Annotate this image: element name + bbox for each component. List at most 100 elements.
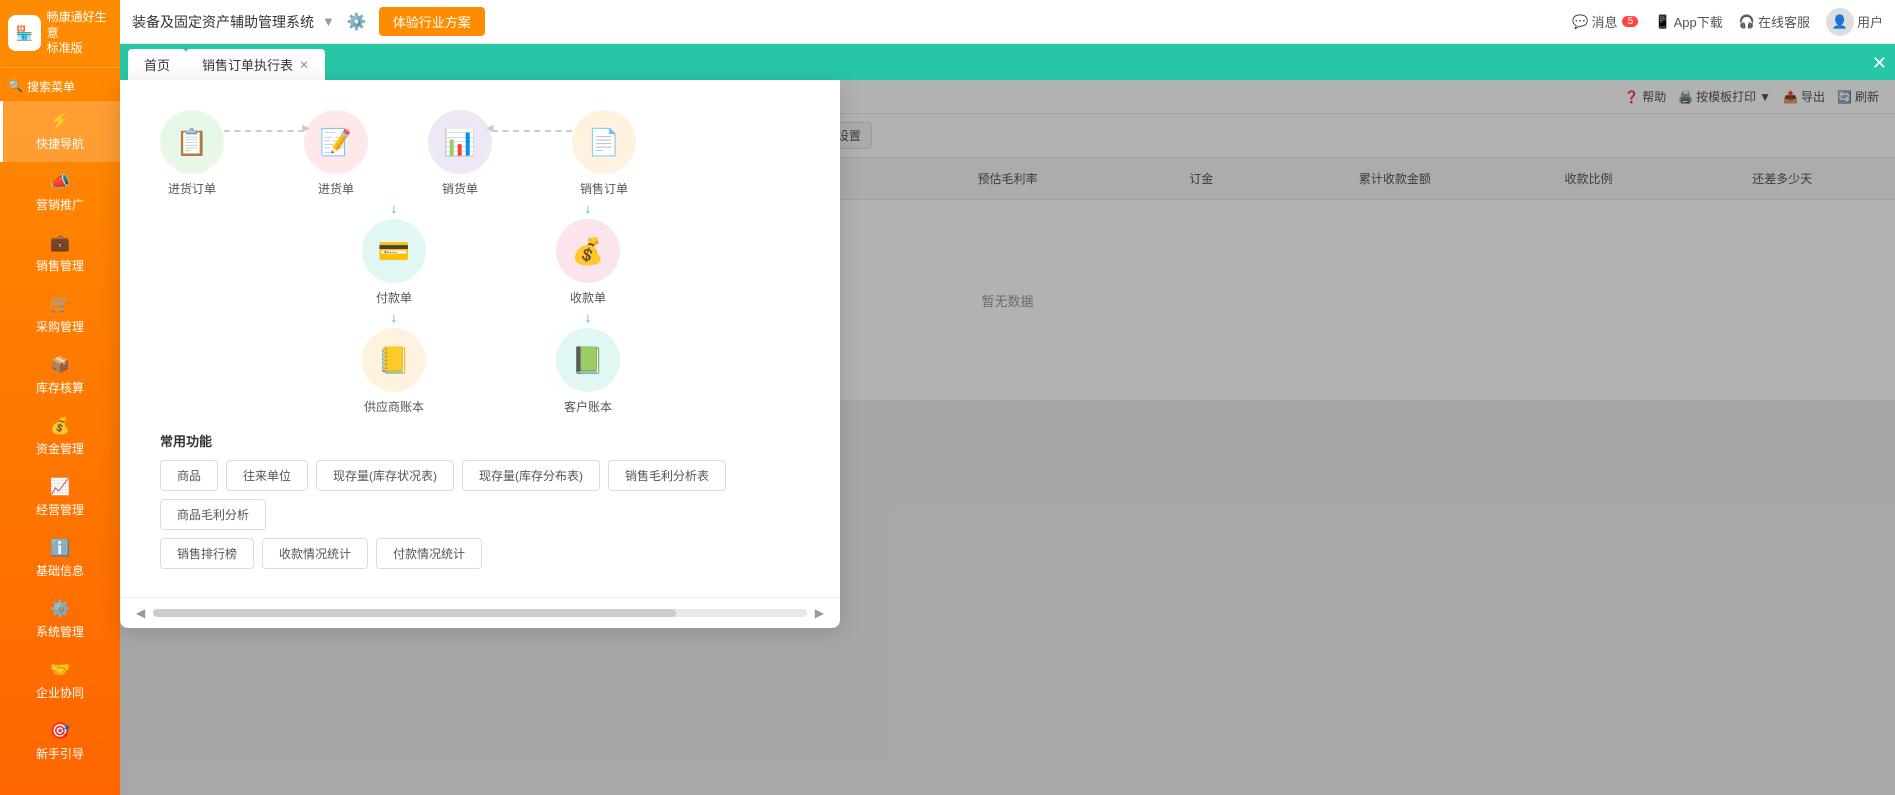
system-name: 装备及固定资产辅助管理系统: [132, 12, 314, 32]
func-btn-sales-rank[interactable]: 销售排行榜: [160, 538, 254, 569]
sidebar-item-cooperation[interactable]: 🤝 企业协同: [0, 650, 120, 711]
trial-button[interactable]: 体验行业方案: [379, 7, 485, 36]
sidebar-item-quick-nav[interactable]: ⚡ 快捷导航: [0, 101, 120, 162]
arrow-sales-order-to-bill: [492, 110, 572, 132]
logo-icon: 🏪: [8, 15, 41, 51]
sales-order-tab-label: 销售订单执行表: [202, 55, 293, 74]
sales-order-icon: 📄: [572, 110, 636, 174]
customer-ledger-node[interactable]: 📗 客户账本: [556, 328, 620, 415]
purchase-order-node[interactable]: 📋 进货订单: [160, 110, 224, 197]
sales-bill-label: 销货单: [442, 180, 478, 197]
sales-order-node[interactable]: 📄 销售订单: [572, 110, 636, 197]
func-btn-partners[interactable]: 往来单位: [226, 460, 308, 491]
sales-bill-node[interactable]: 📊 销货单: [428, 110, 492, 197]
func-btn-payment-stats[interactable]: 付款情况统计: [376, 538, 482, 569]
common-functions-row2: 销售排行榜 收款情况统计 付款情况统计: [160, 538, 800, 569]
func-btn-stock-status[interactable]: 现存量(库存状况表): [316, 460, 454, 491]
sidebar-item-purchase[interactable]: 🛒 采购管理: [0, 284, 120, 345]
purchase-bill-label: 进货单: [318, 180, 354, 197]
payment-out-label: 付款单: [376, 289, 412, 306]
search-icon: 🔍: [8, 79, 23, 93]
customer-ledger-icon: 📗: [556, 328, 620, 392]
customer-ledger-label: 客户账本: [564, 398, 612, 415]
payment-in-label: 收款单: [570, 289, 606, 306]
inventory-icon: 📦: [50, 355, 70, 375]
tab-home[interactable]: 首页: [128, 49, 186, 80]
service-icon: 🎧: [1739, 14, 1755, 30]
func-btn-products[interactable]: 商品: [160, 460, 218, 491]
supplier-ledger-icon: 📒: [362, 328, 426, 392]
message-badge: 5: [1622, 16, 1638, 27]
cooperation-icon: 🤝: [50, 660, 70, 680]
user-avatar: 👤: [1826, 8, 1854, 36]
message-icon: 💬: [1572, 14, 1588, 30]
arrow-down-customer-ledger: ↓: [585, 310, 592, 324]
sidebar-item-marketing[interactable]: 📣 营销推广: [0, 162, 120, 223]
tab-close-icon[interactable]: ✕: [299, 58, 309, 72]
sales-order-label: 销售订单: [580, 180, 628, 197]
sidebar-item-inventory[interactable]: 📦 库存核算: [0, 345, 120, 406]
tabbar-close-button[interactable]: ✕: [1872, 53, 1887, 80]
quick-nav-icon: ⚡: [50, 111, 70, 131]
finance-icon: 💰: [50, 416, 70, 436]
basic-icon: ℹ️: [50, 538, 70, 558]
scroll-left-icon[interactable]: ◀: [136, 606, 145, 620]
dropdown-arrow-icon[interactable]: ▼: [322, 14, 335, 29]
sidebar-item-system[interactable]: ⚙️ 系统管理: [0, 589, 120, 650]
arrow-down-payment-out: ↓: [391, 201, 398, 215]
func-btn-receipt-stats[interactable]: 收款情况统计: [262, 538, 368, 569]
home-tab-label: 首页: [144, 55, 170, 74]
supplier-ledger-node[interactable]: 📒 供应商账本: [362, 328, 426, 415]
system-icon: ⚙️: [50, 599, 70, 619]
sidebar-item-sales[interactable]: 💼 销售管理: [0, 223, 120, 284]
payment-in-node[interactable]: 💰 收款单: [556, 219, 620, 306]
tab-sales-order-exec[interactable]: 销售订单执行表 ✕: [186, 49, 325, 80]
operation-icon: 📈: [50, 477, 70, 497]
scroll-right-icon[interactable]: ▶: [815, 606, 824, 620]
scrollbar-thumb: [153, 609, 676, 617]
purchase-order-label: 进货订单: [168, 180, 216, 197]
sidebar-item-finance[interactable]: 💰 资金管理: [0, 406, 120, 467]
online-service-button[interactable]: 🎧 在线客服: [1739, 12, 1810, 31]
tabbar: 首页 销售订单执行表 ✕ ✕: [120, 44, 1895, 80]
download-icon: 📱: [1654, 14, 1670, 30]
common-functions-title: 常用功能: [160, 431, 800, 450]
popup-content: 📋 进货订单 📝 进货单: [120, 80, 840, 597]
payment-in-icon: 💰: [556, 219, 620, 283]
scrollbar-track[interactable]: [153, 609, 807, 617]
payment-out-icon: 💳: [362, 219, 426, 283]
arrow-down-supplier-ledger: ↓: [391, 310, 398, 324]
popup-scrollbar: ◀ ▶: [120, 597, 840, 628]
sidebar-item-basic[interactable]: ℹ️ 基础信息: [0, 528, 120, 589]
sales-bill-icon: 📊: [428, 110, 492, 174]
sidebar-logo: 🏪 畅康通好生意 标准版: [0, 0, 120, 68]
common-functions: 常用功能 商品 往来单位 现存量(库存状况表) 现存量(库存分布表) 销售毛利分…: [160, 431, 800, 569]
purchase-order-icon: 📋: [160, 110, 224, 174]
arrow-purchase-to-bill: [224, 110, 304, 132]
func-btn-sales-profit[interactable]: 销售毛利分析表: [608, 460, 726, 491]
sales-icon: 💼: [50, 233, 70, 253]
sidebar-search[interactable]: 🔍 搜索菜单: [0, 72, 120, 101]
payment-out-node[interactable]: 💳 付款单: [362, 219, 426, 306]
message-button[interactable]: 💬 消息 5: [1572, 12, 1638, 31]
settings-icon[interactable]: ⚙️: [347, 12, 367, 32]
purchase-icon: 🛒: [50, 294, 70, 314]
func-btn-stock-dist[interactable]: 现存量(库存分布表): [462, 460, 600, 491]
func-btn-product-profit[interactable]: 商品毛利分析: [160, 499, 266, 530]
supplier-ledger-label: 供应商账本: [364, 398, 424, 415]
purchase-bill-icon: 📝: [304, 110, 368, 174]
sidebar-item-guide[interactable]: 🎯 新手引导: [0, 711, 120, 772]
arrow-down-payment-in: ↓: [585, 201, 592, 215]
quick-nav-popup: 📋 进货订单 📝 进货单: [120, 80, 840, 628]
common-functions-row1: 商品 往来单位 现存量(库存状况表) 现存量(库存分布表) 销售毛利分析表 商品…: [160, 460, 800, 530]
app-download-button[interactable]: 📱 App下载: [1654, 12, 1722, 31]
purchase-bill-node[interactable]: 📝 进货单: [304, 110, 368, 197]
marketing-icon: 📣: [50, 172, 70, 192]
guide-icon: 🎯: [50, 721, 70, 741]
sidebar-item-operation[interactable]: 📈 经营管理: [0, 467, 120, 528]
sidebar: 🏪 畅康通好生意 标准版 🔍 搜索菜单 ⚡ 快捷导航 📣 营销推广 💼 销售管理…: [0, 0, 120, 795]
topbar: 装备及固定资产辅助管理系统 ▼ ⚙️ 体验行业方案 💬 消息 5 📱 App下载…: [120, 0, 1895, 44]
logo-text: 畅康通好生意 标准版: [47, 10, 112, 57]
user-menu[interactable]: 👤 用户: [1826, 8, 1883, 36]
popup-overlay[interactable]: 📋 进货订单 📝 进货单: [120, 80, 1895, 795]
